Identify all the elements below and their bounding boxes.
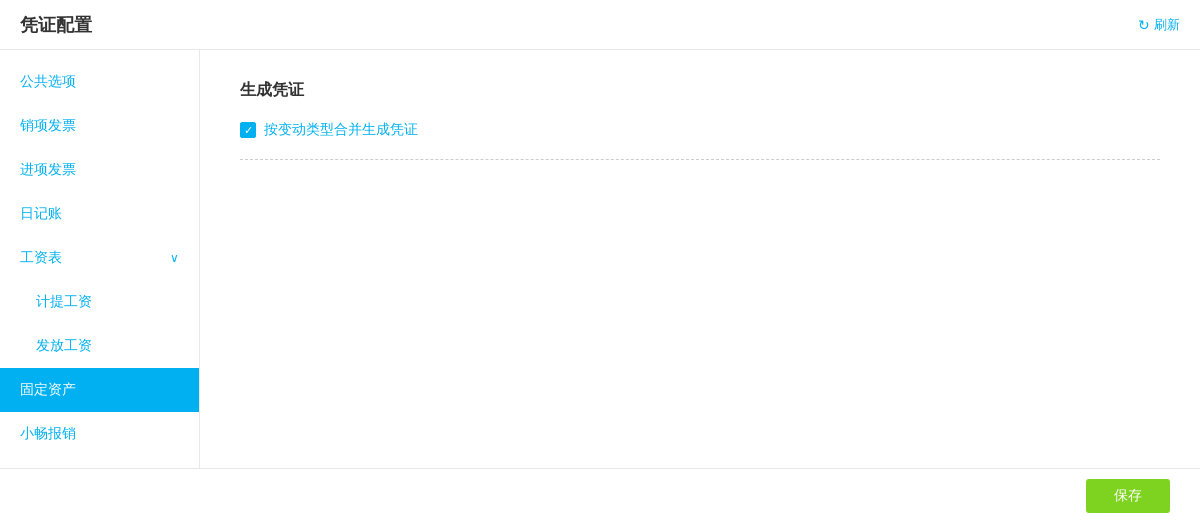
sidebar-item-public-options[interactable]: 公共选项 xyxy=(0,60,199,104)
page-title: 凭证配置 xyxy=(20,13,92,37)
checkbox-row: ✓ 按变动类型合并生成凭证 xyxy=(240,121,1160,139)
header: 凭证配置 ↻ 刷新 xyxy=(0,0,1200,50)
sidebar-item-petty-expense[interactable]: 小畅报销 xyxy=(0,412,199,456)
body: 公共选项销项发票进项发票日记账工资表 ∨ 计提工资发放工资固定资产小畅报销 生成凭证… xyxy=(0,50,1200,468)
page-wrapper: 凭证配置 ↻ 刷新 公共选项销项发票进项发票日记账工资表 ∨ 计提工资发放工资固定资… xyxy=(0,0,1200,522)
refresh-button[interactable]: ↻ 刷新 xyxy=(1138,16,1180,34)
sidebar: 公共选项销项发票进项发票日记账工资表 ∨ 计提工资发放工资固定资产小畅报销 xyxy=(0,50,200,468)
sidebar-item-label: 发放工资 xyxy=(36,337,92,355)
check-mark-icon: ✓ xyxy=(244,125,253,136)
divider xyxy=(240,159,1160,160)
footer: 保存 xyxy=(0,468,1200,522)
sidebar-item-fixed-assets[interactable]: 固定资产 xyxy=(0,368,199,412)
sidebar-item-label: 计提工资 xyxy=(36,293,92,311)
merge-by-type-checkbox[interactable]: ✓ xyxy=(240,122,256,138)
sidebar-item-label: 小畅报销 xyxy=(20,425,76,443)
sidebar-item-pay-salary[interactable]: 发放工资 xyxy=(0,324,199,368)
sidebar-item-accrual-salary[interactable]: 计提工资 xyxy=(0,280,199,324)
sidebar-item-label: 固定资产 xyxy=(20,381,76,399)
sidebar-item-journal[interactable]: 日记账 xyxy=(0,192,199,236)
chevron-down-icon: ∨ xyxy=(170,251,179,265)
main-content: 生成凭证 ✓ 按变动类型合并生成凭证 xyxy=(200,50,1200,468)
refresh-label: 刷新 xyxy=(1154,16,1180,34)
section-title: 生成凭证 xyxy=(240,80,1160,101)
sidebar-item-sales-invoice[interactable]: 销项发票 xyxy=(0,104,199,148)
sidebar-item-purchase-invoice[interactable]: 进项发票 xyxy=(0,148,199,192)
sidebar-item-label: 公共选项 xyxy=(20,73,76,91)
sidebar-item-label: 进项发票 xyxy=(20,161,76,179)
sidebar-item-payroll-table[interactable]: 工资表 ∨ xyxy=(0,236,199,280)
sidebar-item-label: 日记账 xyxy=(20,205,62,223)
refresh-icon: ↻ xyxy=(1138,17,1150,33)
save-button[interactable]: 保存 xyxy=(1086,479,1170,513)
checkbox-label: 按变动类型合并生成凭证 xyxy=(264,121,418,139)
sidebar-item-label: 工资表 xyxy=(20,249,62,267)
sidebar-item-label: 销项发票 xyxy=(20,117,76,135)
